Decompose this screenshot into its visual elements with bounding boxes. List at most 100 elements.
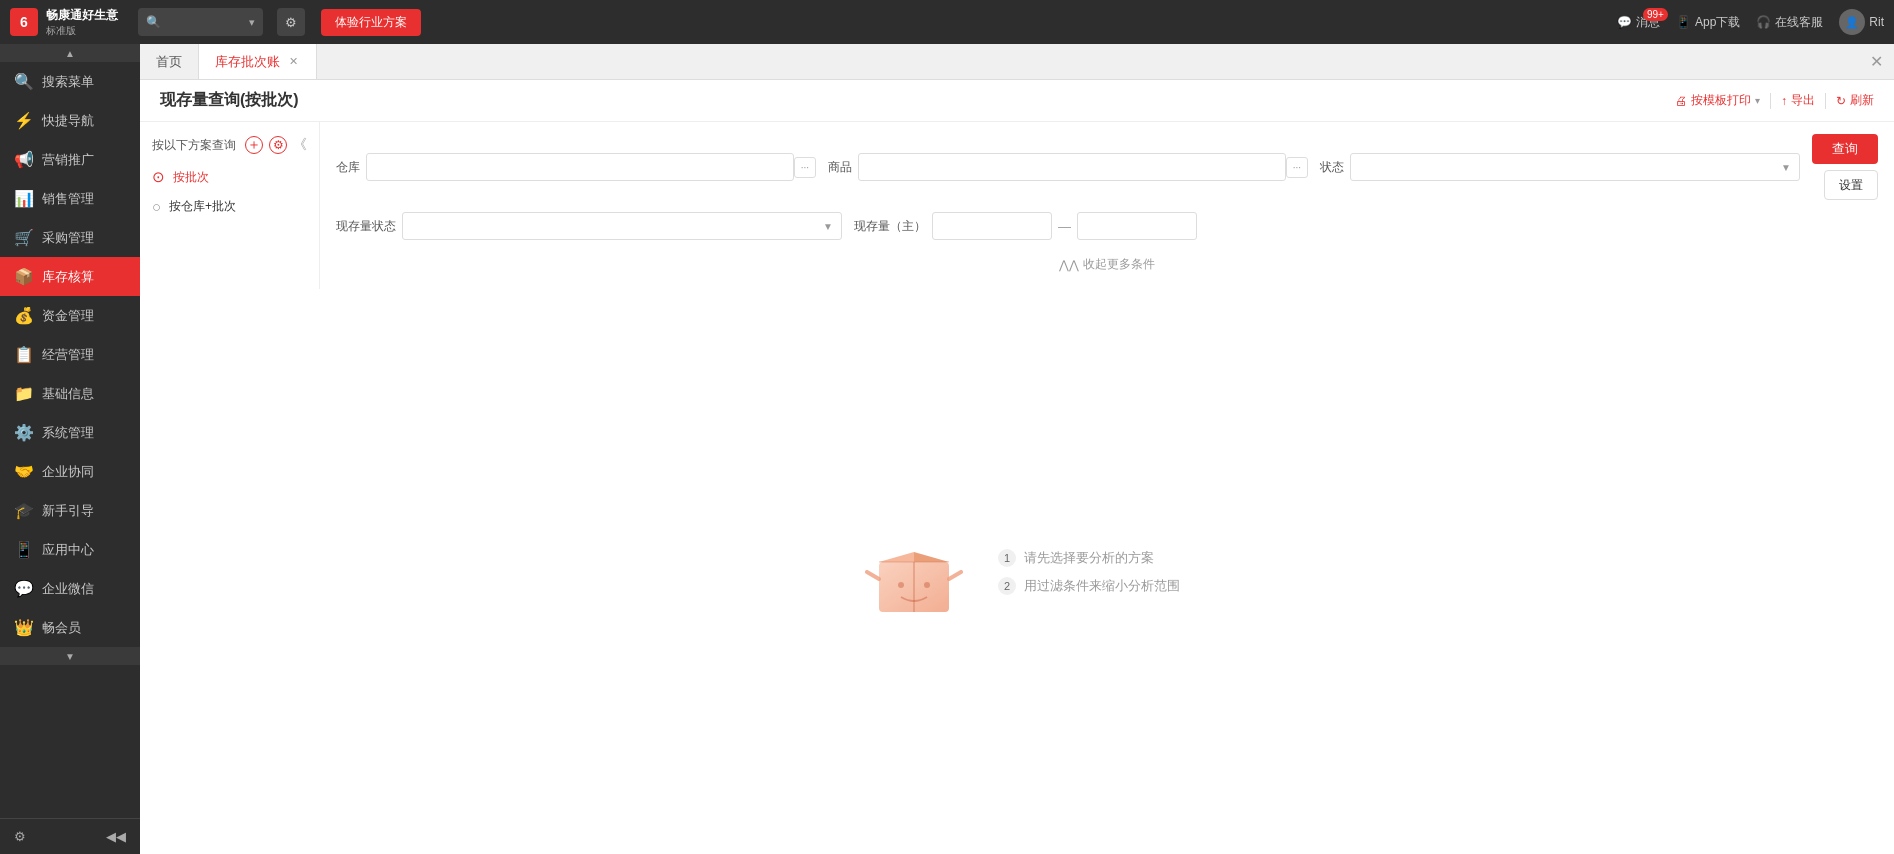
- sidebar-item-search[interactable]: 🔍 搜索菜单: [0, 62, 140, 101]
- tab-batch-account[interactable]: 库存批次账 ✕: [199, 44, 317, 79]
- stock-qty-label: 现存量（主）: [854, 218, 926, 235]
- filter-row-1: 仓库 ··· 商品 ··· 状态: [336, 134, 1878, 200]
- online-support-action[interactable]: 🎧 在线客服: [1756, 14, 1823, 31]
- tab-home[interactable]: 首页: [140, 44, 199, 79]
- global-close-button[interactable]: ✕: [1866, 52, 1886, 72]
- search-bar[interactable]: 🔍 ▾: [138, 8, 263, 36]
- warehouse-more-btn[interactable]: ···: [794, 157, 816, 178]
- app-download-action[interactable]: 📱 App下载: [1676, 14, 1740, 31]
- sidebar-label-finance: 资金管理: [42, 307, 94, 325]
- solution-inactive-icon: ○: [152, 198, 161, 215]
- solution-header: 按以下方案查询 ＋ ⚙ 《: [140, 132, 319, 162]
- print-template-btn[interactable]: 🖨 按模板打印 ▾: [1675, 92, 1760, 109]
- sidebar-label-marketing: 营销推广: [42, 151, 94, 169]
- right-filter-panel: 仓库 ··· 商品 ··· 状态: [320, 122, 1894, 289]
- tab-home-label: 首页: [156, 53, 182, 71]
- stock-status-dropdown[interactable]: ▼: [402, 212, 842, 240]
- sidebar-label-appcenter: 应用中心: [42, 541, 94, 559]
- warehouse-input[interactable]: [366, 153, 794, 181]
- avatar-icon: 👤: [1845, 16, 1859, 29]
- sidebar-label-enterprise: 企业协同: [42, 463, 94, 481]
- collapse-more-btn[interactable]: ⋀⋀ 收起更多条件: [336, 252, 1878, 277]
- settings-solution-btn[interactable]: ⚙: [269, 136, 287, 154]
- solution-item-by-batch[interactable]: ⊙ 按批次: [140, 162, 319, 192]
- sidebar-scroll-down[interactable]: ▼: [0, 647, 140, 665]
- tip-text-1: 请先选择要分析的方案: [1024, 549, 1154, 567]
- status-dropdown[interactable]: ▼: [1350, 153, 1800, 181]
- sidebar-item-corpwechat[interactable]: 💬 企业微信: [0, 569, 140, 608]
- header-dropdown-arrow[interactable]: ▾: [249, 16, 255, 29]
- empty-svg: [859, 517, 969, 627]
- printer-icon: 🖨: [1675, 94, 1687, 108]
- phone-icon: 📱: [1676, 15, 1691, 29]
- online-support-label: 在线客服: [1775, 14, 1823, 31]
- collapse-solution-btn[interactable]: 《: [293, 136, 307, 154]
- empty-state: 1 请先选择要分析的方案 2 用过滤条件来缩小分析范围: [140, 289, 1894, 854]
- page-title: 现存量查询(按批次): [160, 90, 299, 111]
- sidebar-item-inventory[interactable]: 📦 库存核算: [0, 257, 140, 296]
- refresh-btn[interactable]: ↻ 刷新: [1836, 92, 1874, 109]
- product-more-btn[interactable]: ···: [1286, 157, 1308, 178]
- sidebar-item-shortcut[interactable]: ⚡ 快捷导航: [0, 101, 140, 140]
- sidebar-item-sales[interactable]: 📊 销售管理: [0, 179, 140, 218]
- sidebar-item-basic[interactable]: 📁 基础信息: [0, 374, 140, 413]
- stock-qty-from-input[interactable]: [932, 212, 1052, 240]
- experience-btn[interactable]: 体验行业方案: [321, 9, 421, 36]
- add-solution-btn[interactable]: ＋: [245, 136, 263, 154]
- filter-area: 按以下方案查询 ＋ ⚙ 《 ⊙ 按批次 ○ 按仓库+批次: [140, 122, 1894, 289]
- solution-active-icon: ⊙: [152, 168, 165, 186]
- collapse-up-icon: ⋀⋀: [1059, 258, 1079, 272]
- purchase-icon: 🛒: [14, 228, 34, 247]
- divider-2: [1825, 93, 1826, 109]
- product-input[interactable]: [858, 153, 1286, 181]
- stock-status-filter-item: 现存量状态 ▼: [336, 212, 842, 240]
- print-dropdown-icon[interactable]: ▾: [1755, 95, 1760, 106]
- page-header: 现存量查询(按批次) 🖨 按模板打印 ▾ ↑ 导出 ↻ 刷: [140, 80, 1894, 122]
- sidebar-item-enterprise[interactable]: 🤝 企业协同: [0, 452, 140, 491]
- export-btn[interactable]: ↑ 导出: [1781, 92, 1815, 109]
- messages-action[interactable]: 💬 消息 99+: [1617, 14, 1660, 31]
- stock-qty-to-input[interactable]: [1077, 212, 1197, 240]
- filter-row-2: 现存量状态 ▼ 现存量（主） —: [336, 212, 1878, 240]
- solution-item-by-wh-batch[interactable]: ○ 按仓库+批次: [140, 192, 319, 221]
- settings-bottom-icon[interactable]: ⚙: [14, 829, 26, 844]
- sidebar-item-member[interactable]: 👑 畅会员: [0, 608, 140, 647]
- sidebar-item-appcenter[interactable]: 📱 应用中心: [0, 530, 140, 569]
- header-right: 💬 消息 99+ 📱 App下载 🎧 在线客服 👤 Rit: [1617, 9, 1884, 35]
- solution-header-actions: ＋ ⚙ 《: [245, 136, 307, 154]
- query-btn[interactable]: 查询: [1812, 134, 1878, 164]
- app-download-label: App下载: [1695, 14, 1740, 31]
- sidebar-item-newguide[interactable]: 🎓 新手引导: [0, 491, 140, 530]
- svg-point-5: [898, 582, 904, 588]
- corpwechat-icon: 💬: [14, 579, 34, 598]
- newguide-icon: 🎓: [14, 501, 34, 520]
- sidebar-label-inventory: 库存核算: [42, 268, 94, 286]
- status-label: 状态: [1320, 159, 1344, 176]
- user-profile-action[interactable]: 👤 Rit: [1839, 9, 1884, 35]
- sidebar-item-finance[interactable]: 💰 资金管理: [0, 296, 140, 335]
- brand-edition: 标准版: [46, 24, 118, 38]
- column-settings-btn[interactable]: 设置: [1824, 170, 1878, 200]
- avatar: 👤: [1839, 9, 1865, 35]
- svg-marker-2: [914, 552, 949, 562]
- basic-icon: 📁: [14, 384, 34, 403]
- message-icon: 💬: [1617, 15, 1632, 29]
- sidebar-item-purchase[interactable]: 🛒 采购管理: [0, 218, 140, 257]
- sidebar-item-marketing[interactable]: 📢 营销推广: [0, 140, 140, 179]
- sidebar: ▲ 🔍 搜索菜单 ⚡ 快捷导航 📢 营销推广 📊 销售管理 🛒 采购管理 📦 库…: [0, 44, 140, 854]
- sidebar-scroll-up[interactable]: ▲: [0, 44, 140, 62]
- sidebar-item-business[interactable]: 📋 经营管理: [0, 335, 140, 374]
- system-icon: ⚙️: [14, 423, 34, 442]
- sound-icon[interactable]: ◀◀: [106, 829, 126, 844]
- warehouse-label: 仓库: [336, 159, 360, 176]
- tab-close-icon[interactable]: ✕: [286, 55, 300, 69]
- header-settings-icon[interactable]: ⚙: [277, 8, 305, 36]
- status-chevron-down-icon: ▼: [1781, 162, 1791, 173]
- solution-panel: 按以下方案查询 ＋ ⚙ 《 ⊙ 按批次 ○ 按仓库+批次: [140, 122, 320, 289]
- sidebar-item-system[interactable]: ⚙️ 系统管理: [0, 413, 140, 452]
- print-template-label: 按模板打印: [1691, 92, 1751, 109]
- search-input[interactable]: [165, 15, 245, 29]
- stock-status-chevron-down-icon: ▼: [823, 221, 833, 232]
- appcenter-icon: 📱: [14, 540, 34, 559]
- stock-status-label: 现存量状态: [336, 218, 396, 235]
